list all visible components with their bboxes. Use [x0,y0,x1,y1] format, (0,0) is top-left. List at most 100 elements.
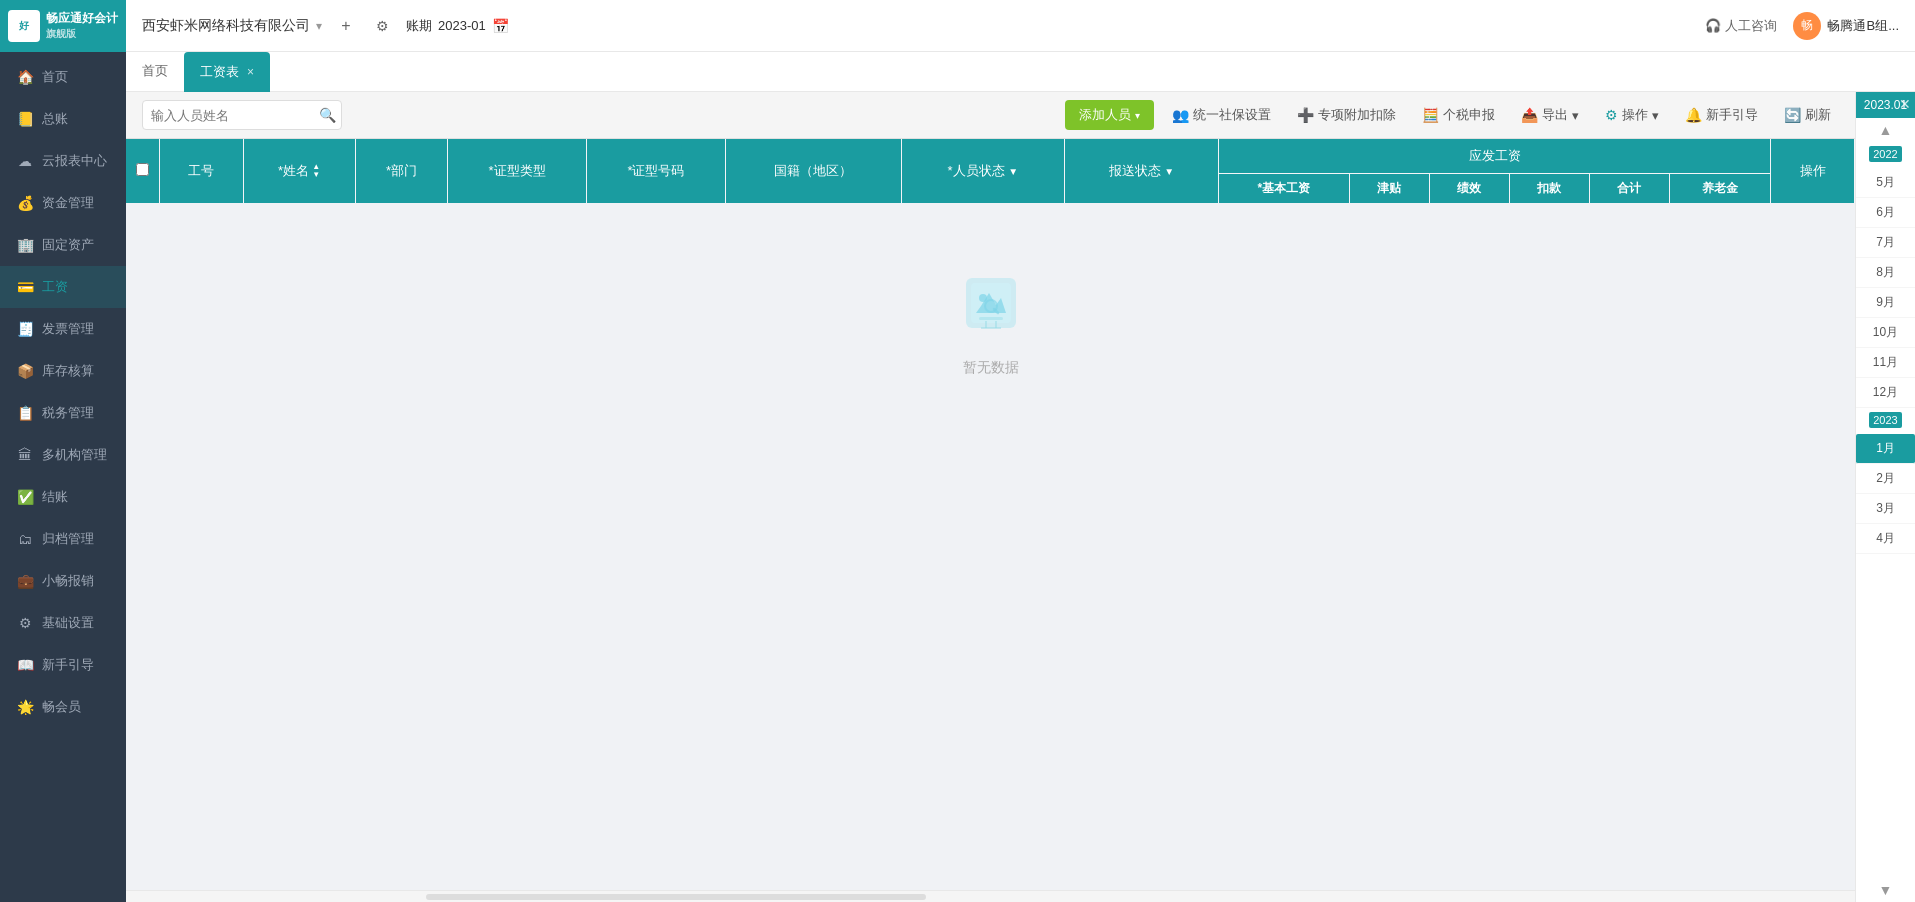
scrollbar-track[interactable] [426,894,926,900]
sidebar-item-fund[interactable]: 💰资金管理 [0,182,126,224]
sidebar-item-inventory[interactable]: 📦库存核算 [0,350,126,392]
social-insurance-action[interactable]: 👥 统一社保设置 [1164,102,1279,128]
sidebar-item-label: 新手引导 [42,656,94,674]
year-2022-section: 2022 [1856,142,1915,168]
sidebar-item-label: 首页 [42,68,68,86]
th-deduction: 扣款 [1509,174,1589,204]
tab-salary-table[interactable]: 工资表 × [184,52,270,92]
th-employee-id: 工号 [160,139,244,203]
month-2022-10[interactable]: 10月 [1856,318,1915,348]
date-panel: 2023.01 ✕ ⤢ ▲ 2022 5月 6月 7月 8月 9月 10月 11… [1855,92,1915,902]
special-deduction-icon: ➕ [1297,107,1314,123]
multi-org-icon: 🏛 [16,447,34,463]
month-2022-09[interactable]: 9月 [1856,288,1915,318]
logo-icon: 好 [8,10,40,42]
social-insurance-label: 统一社保设置 [1193,106,1271,124]
sidebar-item-label: 发票管理 [42,320,94,338]
main-area: 西安虾米网络科技有限公司 ▾ + ⚙ 账期 2023-01 📅 🎧 人工咨询 畅… [126,0,1915,902]
sidebar-item-fixed-assets[interactable]: 🏢固定资产 [0,224,126,266]
sidebar-item-checkout[interactable]: ✅结账 [0,476,126,518]
select-all-checkbox[interactable] [136,163,149,176]
settings-icon: ⚙ [16,615,34,631]
fixed-assets-icon: 🏢 [16,237,34,253]
search-input[interactable] [151,108,319,123]
operations-label: 操作 [1622,106,1648,124]
company-selector[interactable]: 西安虾米网络科技有限公司 ▾ [142,17,322,35]
archive-icon: 🗂 [16,531,34,547]
date-panel-expand-button[interactable]: ⤢ [1899,116,1911,132]
sidebar-item-label: 畅会员 [42,698,81,716]
month-2022-06[interactable]: 6月 [1856,198,1915,228]
sidebar-item-ledger[interactable]: 📒总账 [0,98,126,140]
cloud-report-icon: ☁ [16,153,34,169]
operations-action[interactable]: ⚙ 操作 ▾ [1597,102,1667,128]
th-checkbox[interactable] [126,139,160,203]
sidebar-item-expense[interactable]: 💼小畅报销 [0,560,126,602]
sidebar-item-multi-org[interactable]: 🏛 多机构管理 [0,434,126,476]
special-deduction-label: 专项附加扣除 [1318,106,1396,124]
month-2023-04[interactable]: 4月 [1856,524,1915,554]
guide-icon: 📖 [16,657,34,673]
app-title: 畅应通好会计 [46,11,118,27]
service-button[interactable]: 🎧 人工咨询 [1705,17,1777,35]
user-menu[interactable]: 畅 畅腾通B组... [1793,12,1899,40]
month-2023-03[interactable]: 3月 [1856,494,1915,524]
sidebar-item-home[interactable]: 🏠首页 [0,56,126,98]
guide-label: 新手引导 [1706,106,1758,124]
service-label: 人工咨询 [1725,17,1777,35]
sidebar-item-cloud-report[interactable]: ☁ 云报表中心 [0,140,126,182]
personal-tax-label: 个税申报 [1443,106,1495,124]
date-panel-close-button[interactable]: ✕ [1899,96,1911,112]
sidebar-item-salary[interactable]: 💳工资 [0,266,126,308]
sidebar-item-label: 云报表中心 [42,152,107,170]
sidebar-item-label: 库存核算 [42,362,94,380]
empty-text: 暂无数据 [963,359,1019,377]
special-deduction-action[interactable]: ➕ 专项附加扣除 [1289,102,1404,128]
add-person-label: 添加人员 [1079,106,1131,124]
empty-icon [951,263,1031,343]
company-dropdown-icon: ▾ [316,19,322,33]
month-2022-08[interactable]: 8月 [1856,258,1915,288]
report-filter-icon[interactable]: ▼ [1164,166,1174,177]
sidebar-item-invoice[interactable]: 🧾发票管理 [0,308,126,350]
refresh-action[interactable]: 🔄 刷新 [1776,102,1839,128]
year-2023-section: 2023 [1856,408,1915,434]
salary-table: 工号 *姓名 ▲▼ *部门 *证型类型 *证型号码 国籍（地区） [126,139,1855,203]
sidebar-item-settings[interactable]: ⚙基础设置 [0,602,126,644]
tab-bar: 首页 工资表 × [126,52,1915,92]
add-person-button[interactable]: 添加人员 ▾ [1065,100,1154,130]
sidebar-item-member[interactable]: 🌟畅会员 [0,686,126,728]
name-sort-arrows[interactable]: ▲▼ [312,163,320,179]
tab-home[interactable]: 首页 [126,52,184,92]
tab-close-icon[interactable]: × [247,65,254,79]
period-label: 账期 [406,17,432,35]
search-icon: 🔍 [319,107,336,123]
month-2023-01[interactable]: 1月 [1856,434,1915,464]
table-wrap: 工号 *姓名 ▲▼ *部门 *证型类型 *证型号码 国籍（地区） [126,139,1855,890]
period-value: 2023-01 [438,18,486,33]
sidebar-item-tax[interactable]: 📋税务管理 [0,392,126,434]
add-company-button[interactable]: + [334,14,358,38]
content-area: 🔍 添加人员 ▾ 👥 统一社保设置 ➕ 专项附加扣除 [126,92,1855,902]
month-2022-11[interactable]: 11月 [1856,348,1915,378]
export-action[interactable]: 📤 导出 ▾ [1513,102,1587,128]
guide-action[interactable]: 🔔 新手引导 [1677,102,1766,128]
month-2023-02[interactable]: 2月 [1856,464,1915,494]
personal-tax-action[interactable]: 🧮 个税申报 [1414,102,1503,128]
month-2022-07[interactable]: 7月 [1856,228,1915,258]
settings-icon-button[interactable]: ⚙ [370,14,394,38]
sidebar-item-guide[interactable]: 📖 新手引导 [0,644,126,686]
add-person-dropdown-icon: ▾ [1135,110,1140,121]
th-subsidy: 津贴 [1349,174,1429,204]
sidebar-item-label: 多机构管理 [42,446,107,464]
refresh-label: 刷新 [1805,106,1831,124]
operations-dropdown-icon: ▾ [1652,108,1659,123]
sidebar-item-label: 工资 [42,278,68,296]
sidebar-item-archive[interactable]: 🗂归档管理 [0,518,126,560]
month-nav-down[interactable]: ▼ [1856,878,1915,902]
calendar-icon[interactable]: 📅 [492,18,509,34]
month-2022-12[interactable]: 12月 [1856,378,1915,408]
month-2022-05[interactable]: 5月 [1856,168,1915,198]
sidebar-item-label: 资金管理 [42,194,94,212]
status-filter-icon[interactable]: ▼ [1008,166,1018,177]
